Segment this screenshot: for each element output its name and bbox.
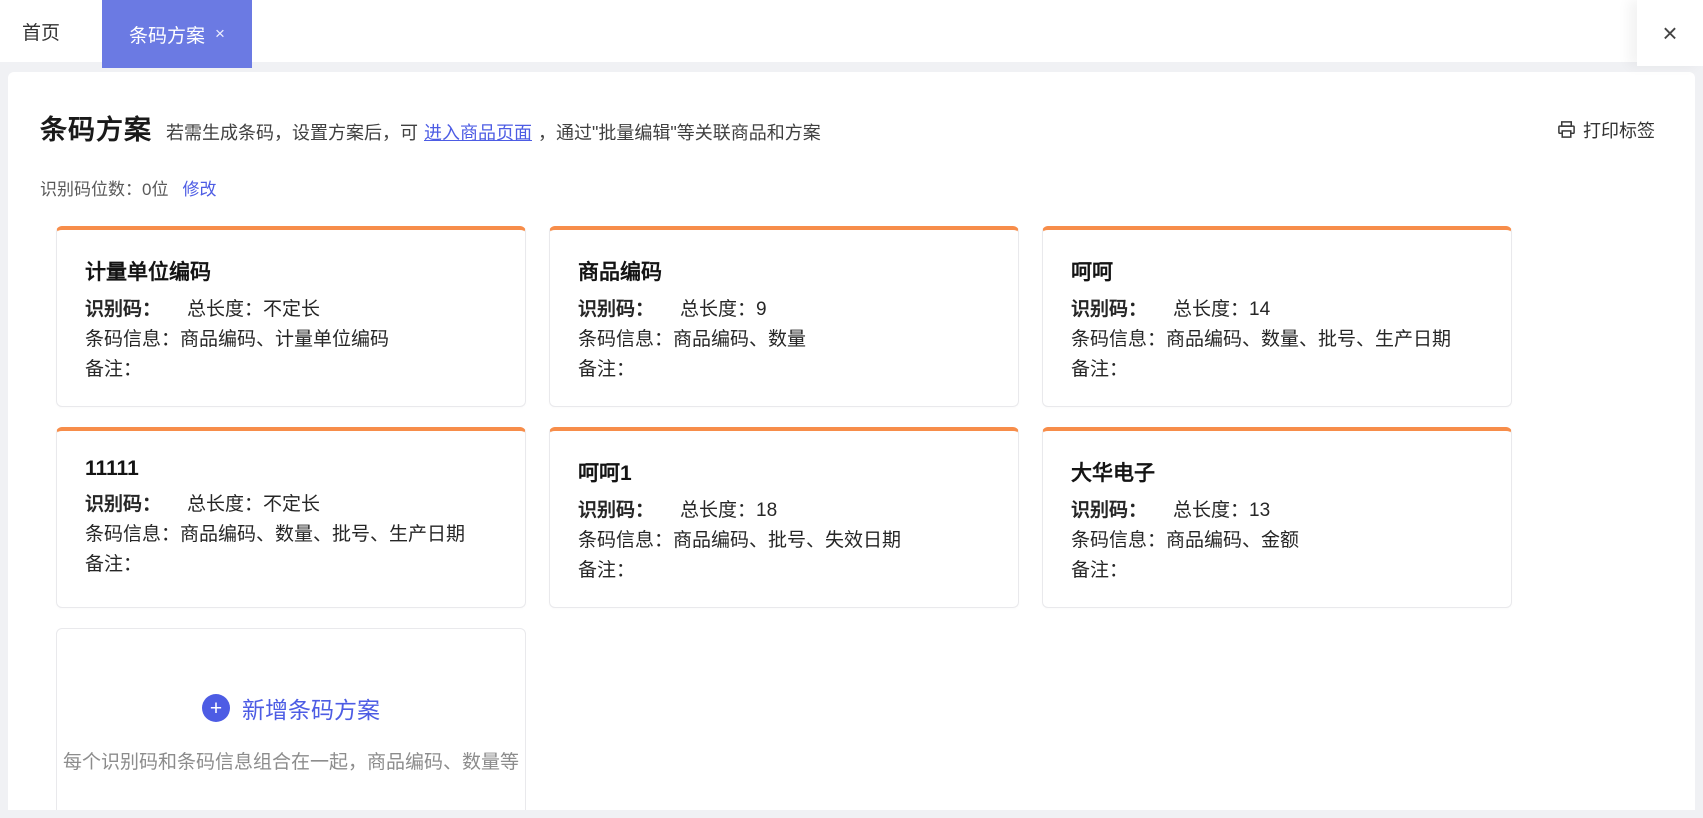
scheme-note-row: 备注： [1071,355,1483,385]
scheme-card-title: 计量单位编码 [85,261,211,284]
note-text: 备注： [85,359,143,380]
scheme-note-row: 备注： [85,550,497,580]
scheme-id-code-row: 识别码： 总长度：14 [1071,295,1483,325]
tab-barcode-scheme[interactable]: 条码方案 × [102,0,253,68]
scheme-card-title: 呵呵 [1071,261,1113,284]
tab-home[interactable]: 首页 [0,0,82,62]
scheme-card[interactable]: 大华电子 识别码： 总长度：13 条码信息：商品编码、金额 备注： [1042,427,1512,608]
desc-before: 若需生成条码，设置方案后，可 [166,123,418,143]
scheme-card[interactable]: 呵呵 识别码： 总长度：14 条码信息：商品编码、数量、批号、生产日期 备注： [1042,226,1512,407]
scheme-note-row: 备注： [578,556,990,586]
total-length-text: 总长度：9 [680,299,767,320]
scheme-info-row: 条码信息：商品编码、数量、批号、生产日期 [1071,325,1483,355]
print-label-text: 打印标签 [1583,120,1655,141]
scheme-info-row: 条码信息：商品编码、批号、失效日期 [578,526,990,556]
add-scheme-hint: 每个识别码和条码信息组合在一起，商品编码、数量等 [62,752,519,773]
scheme-card-grid: 计量单位编码 识别码： 总长度：不定长 条码信息：商品编码、计量单位编码 备注： … [8,200,1695,810]
barcode-info-text: 条码信息：商品编码、数量、批号、生产日期 [1071,329,1452,350]
total-length-text: 总长度：13 [1173,500,1271,521]
scheme-id-code-row: 识别码： 总长度：不定长 [85,295,497,325]
total-length-text: 总长度：不定长 [187,299,321,320]
total-length-text: 总长度：18 [680,500,778,521]
scheme-id-code-row: 识别码： 总长度：不定长 [85,490,497,520]
id-code-label: 识别码： [85,299,162,320]
barcode-info-text: 条码信息：商品编码、批号、失效日期 [578,530,902,551]
page-title: 条码方案 [40,115,152,145]
add-scheme-button[interactable]: + 新增条码方案 [57,691,525,725]
scheme-card[interactable]: 商品编码 识别码： 总长度：9 条码信息：商品编码、数量 备注： [549,226,1019,407]
scheme-note-row: 备注： [578,355,990,385]
scheme-id-code-row: 识别码： 总长度：13 [1071,496,1483,526]
barcode-info-text: 条码信息：商品编码、金额 [1071,530,1300,551]
id-code-label: 识别码： [578,299,655,320]
note-text: 备注： [578,359,636,380]
goto-products-link[interactable]: 进入商品页面 [424,123,532,143]
scheme-info-row: 条码信息：商品编码、金额 [1071,526,1483,556]
page-header: 条码方案 若需生成条码，设置方案后，可 进入商品页面 ，通过"批量编辑"等关联商品和… [8,72,1695,147]
plus-icon: + [202,694,230,722]
barcode-info-text: 条码信息：商品编码、数量 [578,329,807,350]
barcode-info-text: 条码信息：商品编码、计量单位编码 [85,329,390,350]
id-code-label: 识别码： [1071,299,1148,320]
total-length-text: 总长度：14 [1173,299,1271,320]
scheme-card-title: 大华电子 [1071,462,1155,485]
scheme-info-row: 条码信息：商品编码、计量单位编码 [85,325,497,355]
scheme-id-code-row: 识别码： 总长度：18 [578,496,990,526]
note-text: 备注： [1071,359,1129,380]
id-code-label: 识别码： [85,494,162,515]
id-code-label: 识别码： [578,500,655,521]
scheme-card-title: 11111 [85,457,139,480]
print-label-button[interactable]: 打印标签 [1557,117,1655,143]
note-text: 备注： [85,554,143,575]
total-length-text: 总长度：不定长 [187,494,321,515]
scheme-card-title: 商品编码 [578,261,662,284]
page-description: 若需生成条码，设置方案后，可 进入商品页面 ，通过"批量编辑"等关联商品和方案 [166,119,821,145]
printer-icon [1557,120,1576,139]
scheme-card[interactable]: 计量单位编码 识别码： 总长度：不定长 条码信息：商品编码、计量单位编码 备注： [56,226,526,407]
close-icon: × [1662,17,1678,48]
add-scheme-label: 新增条码方案 [242,697,380,723]
id-digits-text: 识别码位数：0位 [40,180,169,199]
scheme-card-title: 呵呵1 [578,462,632,485]
barcode-info-text: 条码信息：商品编码、数量、批号、生产日期 [85,524,466,545]
tab-home-label: 首页 [22,22,61,44]
tab-close-icon[interactable]: × [215,24,225,44]
scheme-card[interactable]: 呵呵1 识别码： 总长度：18 条码信息：商品编码、批号、失效日期 备注： [549,427,1019,608]
tab-active-label: 条码方案 [129,25,206,47]
note-text: 备注： [578,560,636,581]
scheme-note-row: 备注： [1071,556,1483,586]
scheme-id-code-row: 识别码： 总长度：9 [578,295,990,325]
add-scheme-card[interactable]: + 新增条码方案 每个识别码和条码信息组合在一起，商品编码、数量等 [56,628,526,810]
scheme-note-row: 备注： [85,355,497,385]
modify-link[interactable]: 修改 [182,175,216,200]
barcode-scheme-panel: 条码方案 若需生成条码，设置方案后，可 进入商品页面 ，通过"批量编辑"等关联商品和… [8,72,1695,810]
id-digits-row: 识别码位数：0位 修改 [8,147,1695,200]
window-close-button[interactable]: × [1637,0,1703,66]
tab-bar: 首页 条码方案 × × [0,0,1703,68]
scheme-info-row: 条码信息：商品编码、数量 [578,325,990,355]
desc-after: ，通过"批量编辑"等关联商品和方案 [538,123,821,143]
id-code-label: 识别码： [1071,500,1148,521]
scheme-info-row: 条码信息：商品编码、数量、批号、生产日期 [85,520,497,550]
scheme-card[interactable]: 11111 识别码： 总长度：不定长 条码信息：商品编码、数量、批号、生产日期 备… [56,427,526,608]
note-text: 备注： [1071,560,1129,581]
